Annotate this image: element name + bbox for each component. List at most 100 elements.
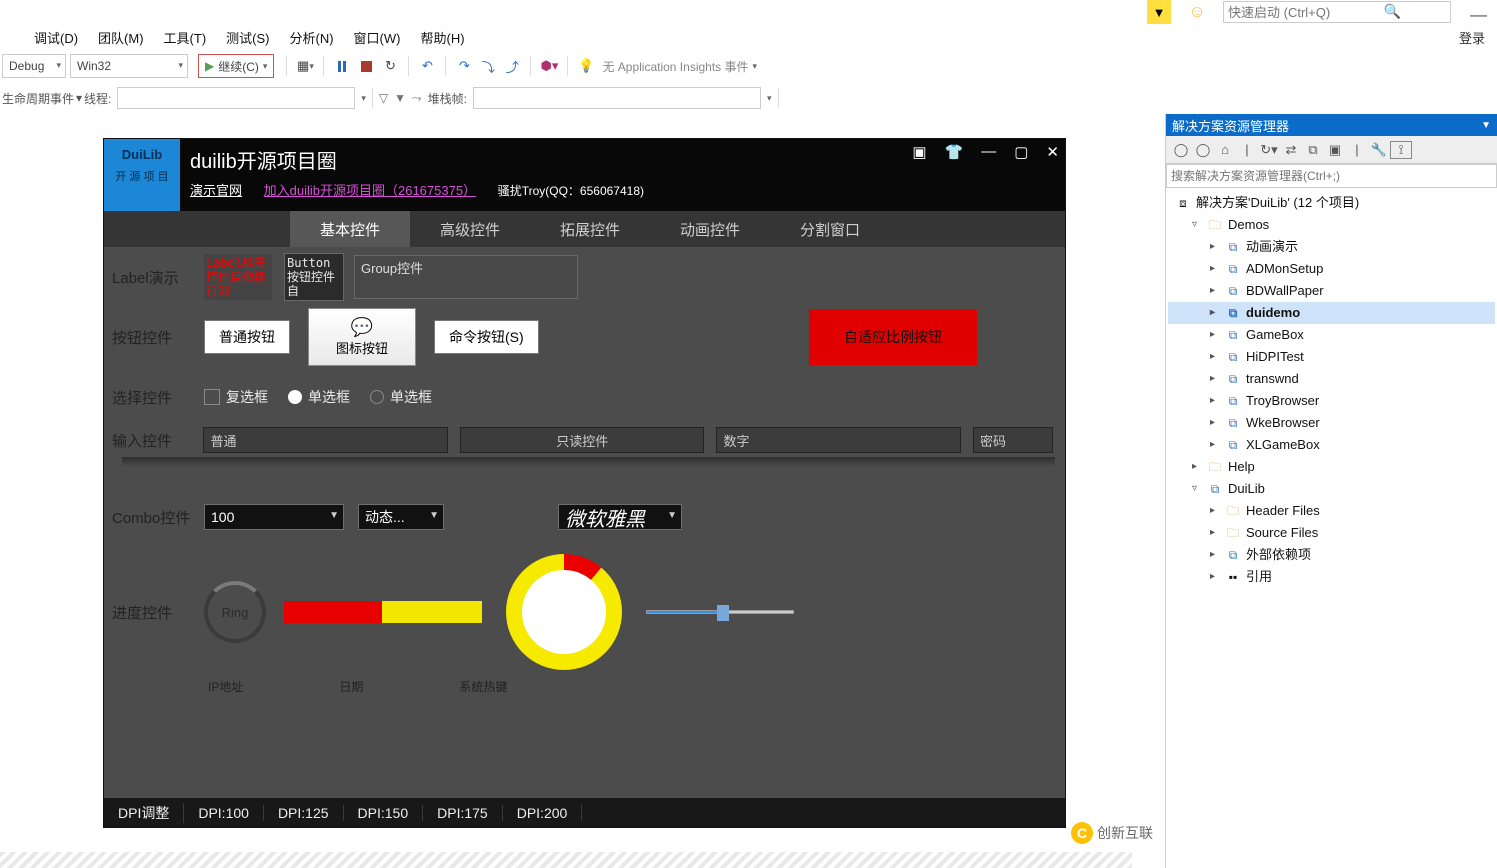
proj-wke[interactable]: ▸⧉WkeBrowser: [1168, 412, 1495, 434]
minimize-icon[interactable]: —: [1470, 5, 1487, 25]
dpi-200[interactable]: DPI:200: [503, 805, 583, 821]
folder-ref[interactable]: ▸▪▪引用: [1168, 566, 1495, 588]
preview-icon[interactable]: ⟟: [1390, 141, 1412, 159]
proj-anim[interactable]: ▸⧉动画演示: [1168, 236, 1495, 258]
menu-debug[interactable]: 调试(D): [24, 25, 88, 50]
menu-analyze[interactable]: 分析(N): [280, 25, 344, 50]
chat-icon: 💬: [351, 317, 373, 338]
step-over-button[interactable]: ⤵: [478, 56, 498, 76]
folder-demos[interactable]: ▿🗀Demos: [1168, 214, 1495, 236]
proj-transwnd[interactable]: ▸⧉transwnd: [1168, 368, 1495, 390]
radio-1[interactable]: 单选框: [288, 387, 350, 407]
solution-search-input[interactable]: [1166, 164, 1497, 188]
menu-window[interactable]: 窗口(W): [344, 25, 411, 50]
config-dropdown[interactable]: Debug▾: [2, 54, 66, 78]
combo-2[interactable]: 动态...▼: [358, 504, 444, 530]
radio-2[interactable]: 单选框: [370, 387, 432, 407]
window-theme-icon[interactable]: 👕: [945, 143, 964, 161]
slider[interactable]: [646, 610, 794, 614]
solution-root[interactable]: ⧈解决方案'DuiLib' (12 个项目): [1168, 192, 1495, 214]
lifecycle-label[interactable]: 生命周期事件: [2, 90, 74, 107]
proj-hidpi[interactable]: ▸⧉HiDPITest: [1168, 346, 1495, 368]
btn-auto[interactable]: 自适应比例按钮: [809, 309, 977, 365]
combo-1[interactable]: 100▼: [204, 504, 344, 530]
btn-cmd[interactable]: 命令按钮(S): [434, 320, 539, 354]
scrollbar[interactable]: [122, 457, 1055, 467]
tab-anim[interactable]: 动画控件: [650, 211, 770, 247]
link-qq[interactable]: 骚扰Troy(QQ：656067418): [498, 184, 644, 198]
back-icon[interactable]: ◯: [1170, 142, 1192, 158]
process-icon[interactable]: ▦▾: [295, 56, 315, 76]
showall-icon[interactable]: ▣: [1324, 142, 1346, 158]
link-demo[interactable]: 演示官网: [190, 183, 242, 198]
folder-ext[interactable]: ▸⧉外部依赖项: [1168, 544, 1495, 566]
proj-xlgame[interactable]: ▸⧉XLGameBox: [1168, 434, 1495, 456]
input-password[interactable]: [973, 427, 1053, 453]
show-next-button[interactable]: ↷: [454, 56, 474, 76]
btn-normal[interactable]: 普通按钮: [204, 320, 290, 354]
appinsights-icon[interactable]: ⬢▾: [539, 56, 559, 76]
refresh-icon[interactable]: ↻▾: [1258, 142, 1280, 158]
lightbulb-icon[interactable]: 💡: [576, 56, 596, 76]
platform-dropdown[interactable]: Win32▾: [70, 54, 188, 78]
login-link[interactable]: 登录: [1459, 28, 1485, 47]
window-pin-icon[interactable]: ▣: [912, 143, 926, 161]
proj-admon[interactable]: ▸⧉ADMonSetup: [1168, 258, 1495, 280]
thread-input[interactable]: [117, 87, 355, 109]
dpi-150[interactable]: DPI:150: [344, 805, 424, 821]
stop-button[interactable]: [356, 56, 376, 76]
restart-button[interactable]: ↻: [380, 56, 400, 76]
proj-duidemo[interactable]: ▸⧉duidemo: [1168, 302, 1495, 324]
collapse-icon[interactable]: ⧉: [1302, 142, 1324, 158]
solution-explorer-title[interactable]: 解决方案资源管理器▼: [1166, 114, 1497, 136]
window-close-icon[interactable]: ✕: [1046, 143, 1059, 161]
fwd-icon[interactable]: ◯: [1192, 142, 1214, 158]
continue-button[interactable]: ▶继续(C) ▾: [198, 54, 274, 78]
menu-test[interactable]: 测试(S): [216, 25, 279, 50]
menu-tools[interactable]: 工具(T): [154, 25, 217, 50]
branch-icon[interactable]: ⤳: [412, 91, 422, 106]
tab-extend[interactable]: 拓展控件: [530, 211, 650, 247]
combo-row-title: Combo控件: [112, 507, 198, 528]
folder-sources[interactable]: ▸🗀Source Files: [1168, 522, 1495, 544]
tab-basic[interactable]: 基本控件: [290, 211, 410, 247]
input-number[interactable]: [716, 427, 961, 453]
combo-3[interactable]: 微软雅黑▼: [558, 504, 682, 530]
proj-bdwall[interactable]: ▸⧉BDWallPaper: [1168, 280, 1495, 302]
window-max-icon[interactable]: ▢: [1014, 143, 1028, 161]
feedback-icon[interactable]: ☺: [1185, 0, 1209, 24]
dpi-175[interactable]: DPI:175: [423, 805, 503, 821]
checkbox[interactable]: 复选框: [204, 387, 268, 407]
window-min-icon[interactable]: —: [981, 143, 996, 161]
quick-launch-input[interactable]: [1223, 1, 1451, 23]
search-icon[interactable]: 🔍: [1384, 3, 1401, 20]
menu-team[interactable]: 团队(M): [88, 25, 154, 50]
proj-gamebox[interactable]: ▸⧉GameBox: [1168, 324, 1495, 346]
group-box: Group控件: [354, 255, 578, 299]
step-into-button[interactable]: ↶: [417, 56, 437, 76]
menu-help[interactable]: 帮助(H): [410, 25, 474, 50]
input-normal[interactable]: [203, 427, 448, 453]
duilib-demo-window: DuiLib 开 源 项 目 duilib开源项目圈 演示官网 加入duilib…: [103, 138, 1066, 828]
tab-split[interactable]: 分割窗口: [770, 211, 890, 247]
dpi-125[interactable]: DPI:125: [264, 805, 344, 821]
filter-icon[interactable]: ▼: [1147, 0, 1171, 24]
pause-button[interactable]: [332, 56, 352, 76]
dpi-100[interactable]: DPI:100: [184, 805, 264, 821]
home-icon[interactable]: ⌂: [1214, 142, 1236, 157]
tab-advanced[interactable]: 高级控件: [410, 211, 530, 247]
proj-duilib[interactable]: ▿⧉DuiLib: [1168, 478, 1495, 500]
proj-troy[interactable]: ▸⧉TroyBrowser: [1168, 390, 1495, 412]
link-join[interactable]: 加入duilib开源项目圈（261675375）: [264, 183, 476, 198]
select-row-title: 选择控件: [112, 387, 198, 408]
folder-headers[interactable]: ▸🗀Header Files: [1168, 500, 1495, 522]
filter-small-icon[interactable]: ▽: [379, 91, 388, 105]
insights-text: 无 Application Insights 事件: [602, 58, 748, 75]
folder-help[interactable]: ▸🗀Help: [1168, 456, 1495, 478]
properties-icon[interactable]: 🔧: [1368, 142, 1390, 158]
filter-small-icon2[interactable]: ▼: [394, 91, 406, 105]
step-out-button[interactable]: ⤴: [502, 56, 522, 76]
btn-icon[interactable]: 💬 图标按钮: [308, 308, 416, 366]
sync-icon[interactable]: ⇄: [1280, 142, 1302, 158]
stackframe-input[interactable]: [473, 87, 761, 109]
